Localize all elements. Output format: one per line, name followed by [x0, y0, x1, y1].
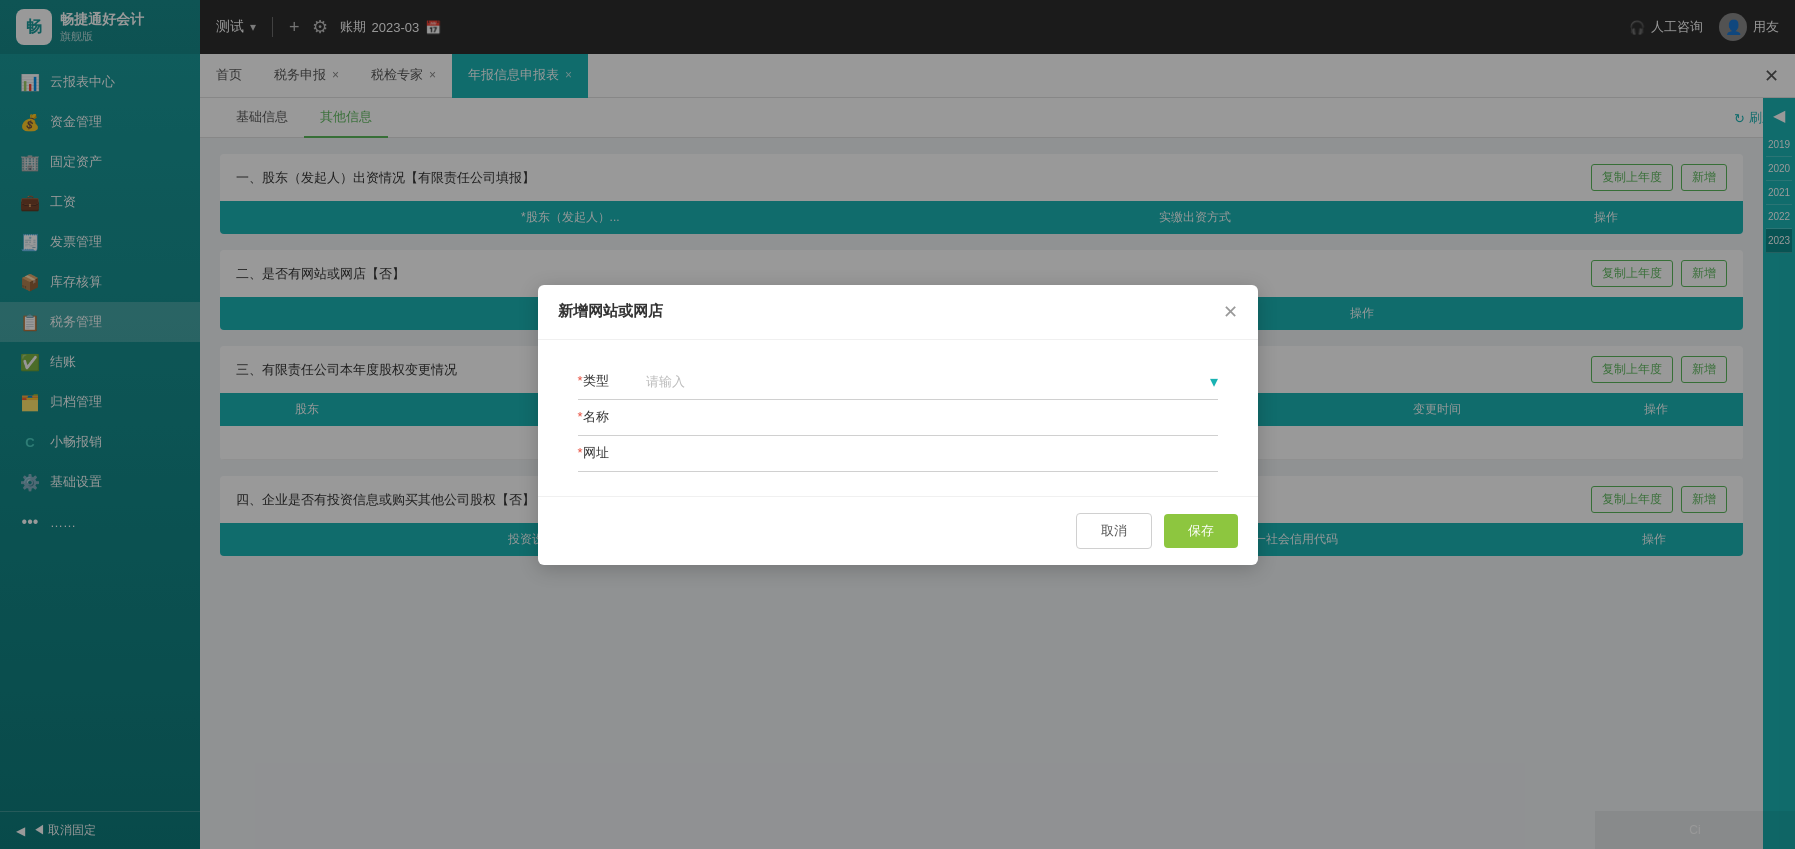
dialog-footer: 取消 保存 — [538, 496, 1258, 565]
dialog-overlay: 新增网站或网店 ✕ *类型 ▾ *名称 *网址 — [0, 0, 1795, 849]
name-field-label: *名称 — [578, 408, 638, 426]
save-button[interactable]: 保存 — [1164, 514, 1238, 548]
bottom-hint: Ci — [1595, 811, 1795, 849]
dialog-header: 新增网站或网店 ✕ — [538, 285, 1258, 340]
type-field-row: *类型 ▾ — [578, 364, 1218, 400]
bottom-hint-text: Ci — [1689, 823, 1700, 837]
type-field-label: *类型 — [578, 372, 638, 390]
dialog-close-button[interactable]: ✕ — [1223, 301, 1238, 323]
name-input[interactable] — [638, 408, 1218, 427]
add-website-dialog: 新增网站或网店 ✕ *类型 ▾ *名称 *网址 — [538, 285, 1258, 565]
url-field-label: *网址 — [578, 444, 638, 462]
url-input[interactable] — [638, 444, 1218, 463]
name-field-row: *名称 — [578, 400, 1218, 436]
url-field-row: *网址 — [578, 436, 1218, 472]
dialog-body: *类型 ▾ *名称 *网址 — [538, 340, 1258, 496]
cancel-button[interactable]: 取消 — [1076, 513, 1152, 549]
dialog-title: 新增网站或网店 — [558, 302, 663, 321]
type-dropdown-icon[interactable]: ▾ — [1210, 372, 1218, 391]
type-input[interactable] — [638, 372, 1210, 391]
